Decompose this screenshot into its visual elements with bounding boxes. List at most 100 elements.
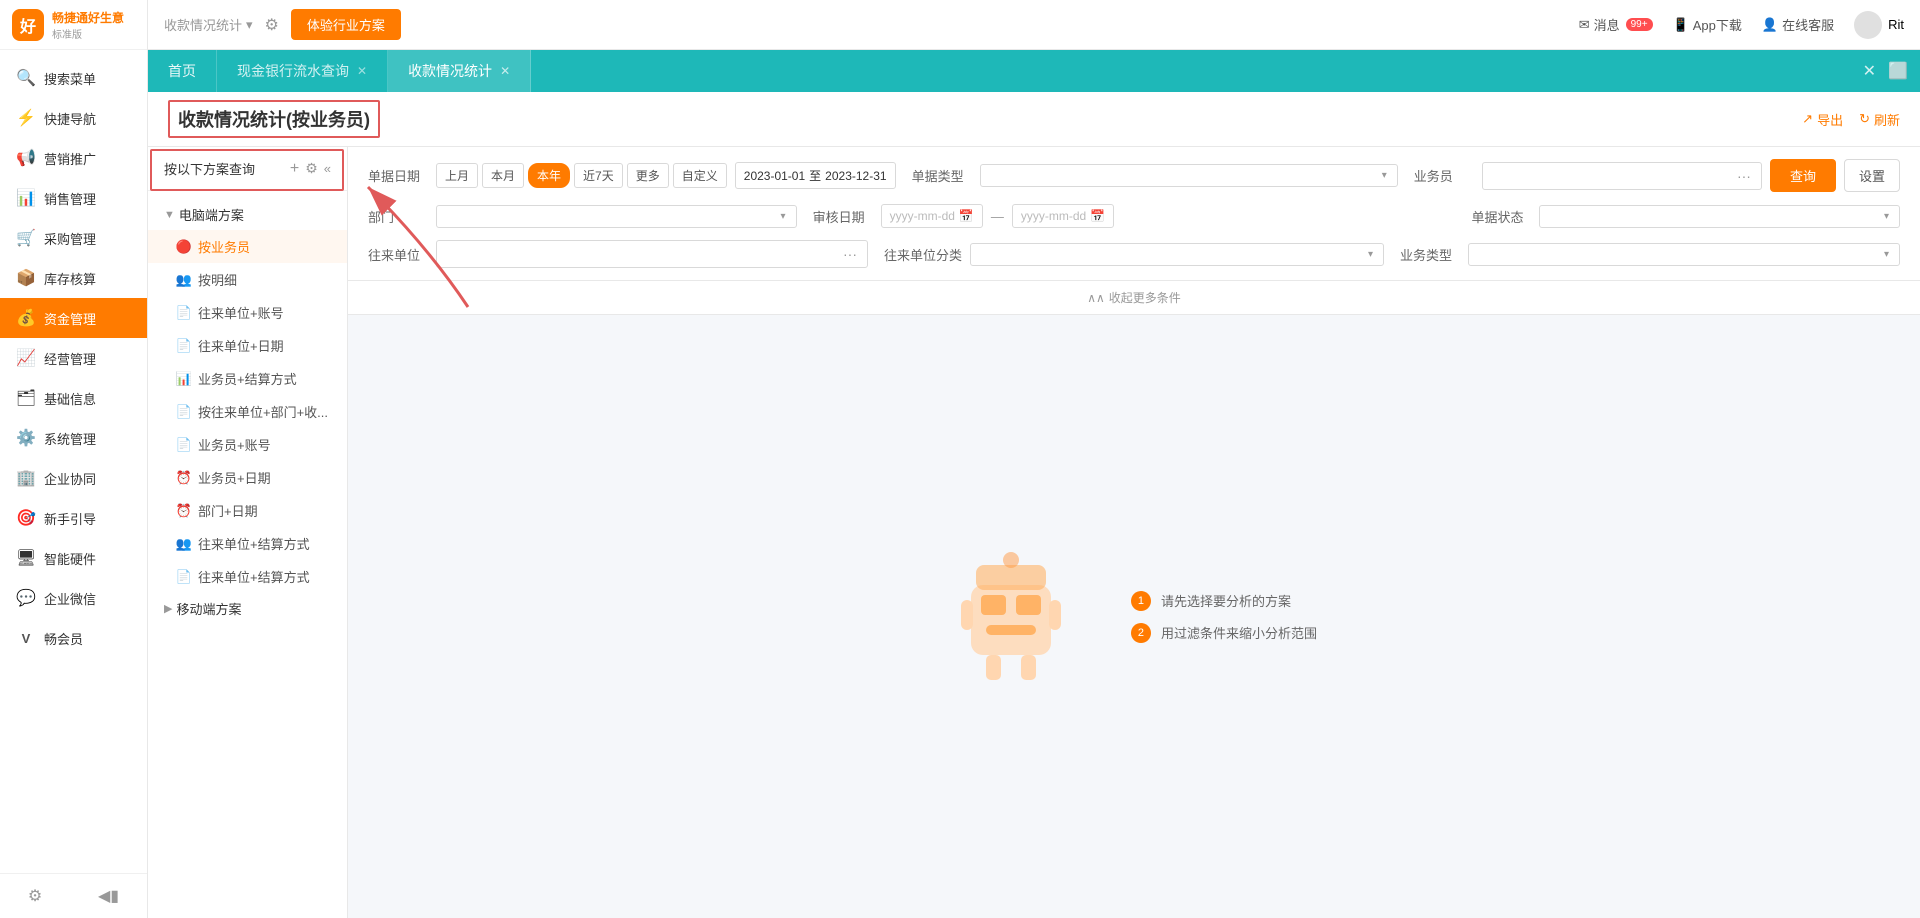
sidebar-item-marketing[interactable]: 📢 营销推广 (0, 138, 147, 178)
sidebar-item-operations[interactable]: 📈 经营管理 (0, 338, 147, 378)
sidebar-item-quick-nav[interactable]: ⚡ 快捷导航 (0, 98, 147, 138)
date-btn-this-month[interactable]: 本月 (482, 163, 524, 188)
tree-item-unit-account[interactable]: 📄 往来单位+账号 (148, 296, 347, 329)
page-header: 收款情况统计(按业务员) ↗ 导出 ↻ 刷新 (148, 92, 1920, 147)
logo-text-area: 畅捷通好生意 标准版 (52, 9, 124, 41)
refresh-btn[interactable]: ↻ 刷新 (1859, 110, 1900, 129)
date-btn-last-month[interactable]: 上月 (436, 163, 478, 188)
topbar-settings-icon[interactable]: ⚙ (265, 15, 279, 35)
sidebar-item-basic-info[interactable]: 🗂 基础信息 (0, 378, 147, 418)
tab-bank-flow-close[interactable]: ✕ (357, 64, 367, 78)
audit-to-input[interactable]: yyyy-mm-dd 📅 (1012, 204, 1114, 228)
content-area: 按以下方案查询 + ⚙ « ▼ 电脑端方案 � (148, 147, 1920, 918)
date-btn-this-year[interactable]: 本年 (528, 163, 570, 188)
sidebar-label-sales: 销售管理 (44, 189, 96, 208)
tree-item-unit-dept[interactable]: 📄 按往来单位+部门+收... (148, 395, 347, 428)
date-label: 单据日期 (368, 166, 428, 185)
date-btn-more[interactable]: 更多 (627, 163, 669, 188)
message-badge: 99+ (1626, 18, 1653, 31)
collapse-icon: ∧∧ (1087, 291, 1105, 305)
salesperson-select[interactable]: ··· (1482, 162, 1762, 190)
sidebar-label-member: 畅会员 (44, 629, 83, 648)
export-btn[interactable]: ↗ 导出 (1802, 110, 1843, 129)
sidebar-collapse-icon[interactable]: ◀▮ (98, 886, 119, 906)
counterpart-more-icon[interactable]: ··· (843, 246, 857, 262)
sidebar-label-search: 搜索菜单 (44, 69, 96, 88)
tree-item-salesperson-settlement[interactable]: 📊 业务员+结算方式 (148, 362, 347, 395)
sidebar-item-purchase[interactable]: 🛒 采购管理 (0, 218, 147, 258)
tree-item-salesperson-date[interactable]: ⏰ 业务员+日期 (148, 461, 347, 494)
filter-date-item: 单据日期 上月 本月 本年 近7天 更多 自定义 2023-01-01 至 (368, 162, 896, 189)
biztype-select[interactable]: ▾ (1468, 243, 1900, 266)
docstatus-chevron: ▾ (1884, 211, 1889, 222)
scheme-collapse-icon[interactable]: « (324, 161, 331, 176)
inventory-icon: 📦 (16, 268, 36, 288)
sidebar-item-guide[interactable]: 🎯 新手引导 (0, 498, 147, 538)
sidebar-settings-icon[interactable]: ⚙ (28, 886, 42, 906)
messages-btn[interactable]: ✉ 消息 99+ (1579, 15, 1653, 34)
docstatus-select[interactable]: ▾ (1539, 205, 1900, 228)
sidebar-item-system[interactable]: ⚙️ 系统管理 (0, 418, 147, 458)
marketing-icon: 📢 (16, 148, 36, 168)
filter-category-item: 往来单位分类 ▾ (884, 243, 1384, 266)
filter-biztype-item: 业务类型 ▾ (1400, 243, 1900, 266)
sidebar-label-purchase: 采购管理 (44, 229, 96, 248)
hardware-icon: 🖥 (16, 548, 36, 568)
tree-item-salesperson-account[interactable]: 📄 业务员+账号 (148, 428, 347, 461)
sidebar-item-hardware[interactable]: 🖥 智能硬件 (0, 538, 147, 578)
basic-info-icon: 🗂 (16, 388, 36, 408)
tree-item-label-salesperson-account: 业务员+账号 (198, 435, 271, 454)
date-btn-7days[interactable]: 近7天 (574, 163, 623, 188)
category-select[interactable]: ▾ (970, 243, 1384, 266)
sidebar-item-search[interactable]: 🔍 搜索菜单 (0, 58, 147, 98)
tree-item-dept-date[interactable]: ⏰ 部门+日期 (148, 494, 347, 527)
tree-item-label-detail: 按明细 (198, 270, 237, 289)
tree-item-unit-settlement1[interactable]: 👥 往来单位+结算方式 (148, 527, 347, 560)
filter-area: 单据日期 上月 本月 本年 近7天 更多 自定义 2023-01-01 至 (348, 147, 1920, 281)
tree-item-detail[interactable]: 👥 按明细 (148, 263, 347, 296)
dept-select[interactable]: ▾ (436, 205, 797, 228)
tab-receivable-stats[interactable]: 收款情况统计 ✕ (388, 50, 531, 92)
query-btn[interactable]: 查询 (1770, 159, 1836, 192)
online-service-btn[interactable]: 👤 在线客服 (1762, 15, 1834, 34)
window-buttons: ✕ ⬜ (1863, 50, 1920, 92)
filter-setting-btn[interactable]: 设置 (1844, 159, 1900, 192)
sidebar-item-member[interactable]: V 畅会员 (0, 618, 147, 658)
tree-group-mobile-header[interactable]: ▶ 移动端方案 (148, 593, 347, 624)
sidebar-label-inventory: 库存核算 (44, 269, 96, 288)
unit-settlement1-icon: 👥 (176, 536, 192, 552)
tree-item-by-salesperson[interactable]: 🔴 按业务员 (148, 230, 347, 263)
doctype-select[interactable]: ▾ (980, 164, 1398, 187)
tab-home[interactable]: 首页 (148, 50, 217, 92)
window-close-icon[interactable]: ✕ (1863, 61, 1876, 81)
date-range-input[interactable]: 2023-01-01 至 2023-12-31 (735, 162, 896, 189)
salesperson-more-icon[interactable]: ··· (1737, 168, 1751, 184)
scheme-title: 按以下方案查询 (164, 159, 255, 178)
sidebar-item-inventory[interactable]: 📦 库存核算 (0, 258, 147, 298)
sidebar-label-system: 系统管理 (44, 429, 96, 448)
sidebar-item-sales[interactable]: 📊 销售管理 (0, 178, 147, 218)
date-btn-custom[interactable]: 自定义 (673, 163, 727, 188)
counterpart-select[interactable]: ··· (436, 240, 868, 268)
app-download-btn[interactable]: 📱 App下载 (1673, 15, 1742, 34)
trial-industry-btn[interactable]: 体验行业方案 (291, 9, 401, 40)
sidebar-item-enterprise[interactable]: 🏢 企业协同 (0, 458, 147, 498)
user-area[interactable]: Rit (1854, 11, 1904, 39)
scheme-settings-icon[interactable]: ⚙ (305, 160, 318, 177)
unit-dept-icon: 📄 (176, 404, 192, 420)
sidebar-item-wechat[interactable]: 💬 企业微信 (0, 578, 147, 618)
audit-to-placeholder: yyyy-mm-dd (1021, 209, 1086, 223)
collapse-bar[interactable]: ∧∧ 收起更多条件 (348, 281, 1920, 315)
tree-group-desktop-header[interactable]: ▼ 电脑端方案 (148, 199, 347, 230)
scheme-add-icon[interactable]: + (290, 160, 299, 178)
tab-bank-flow[interactable]: 现金银行流水查询 ✕ (217, 50, 388, 92)
export-label: 导出 (1817, 110, 1843, 129)
sidebar-item-finance[interactable]: 💰 资金管理 (0, 298, 147, 338)
doctype-chevron: ▾ (1382, 170, 1387, 181)
tree-item-unit-date[interactable]: 📄 往来单位+日期 (148, 329, 347, 362)
window-maximize-icon[interactable]: ⬜ (1888, 61, 1908, 81)
tree-item-unit-settlement2[interactable]: 📄 往来单位+结算方式 (148, 560, 347, 593)
tab-receivable-close[interactable]: ✕ (500, 64, 510, 78)
breadcrumb: 收款情况统计 ▾ (164, 15, 253, 34)
audit-from-input[interactable]: yyyy-mm-dd 📅 (881, 204, 983, 228)
